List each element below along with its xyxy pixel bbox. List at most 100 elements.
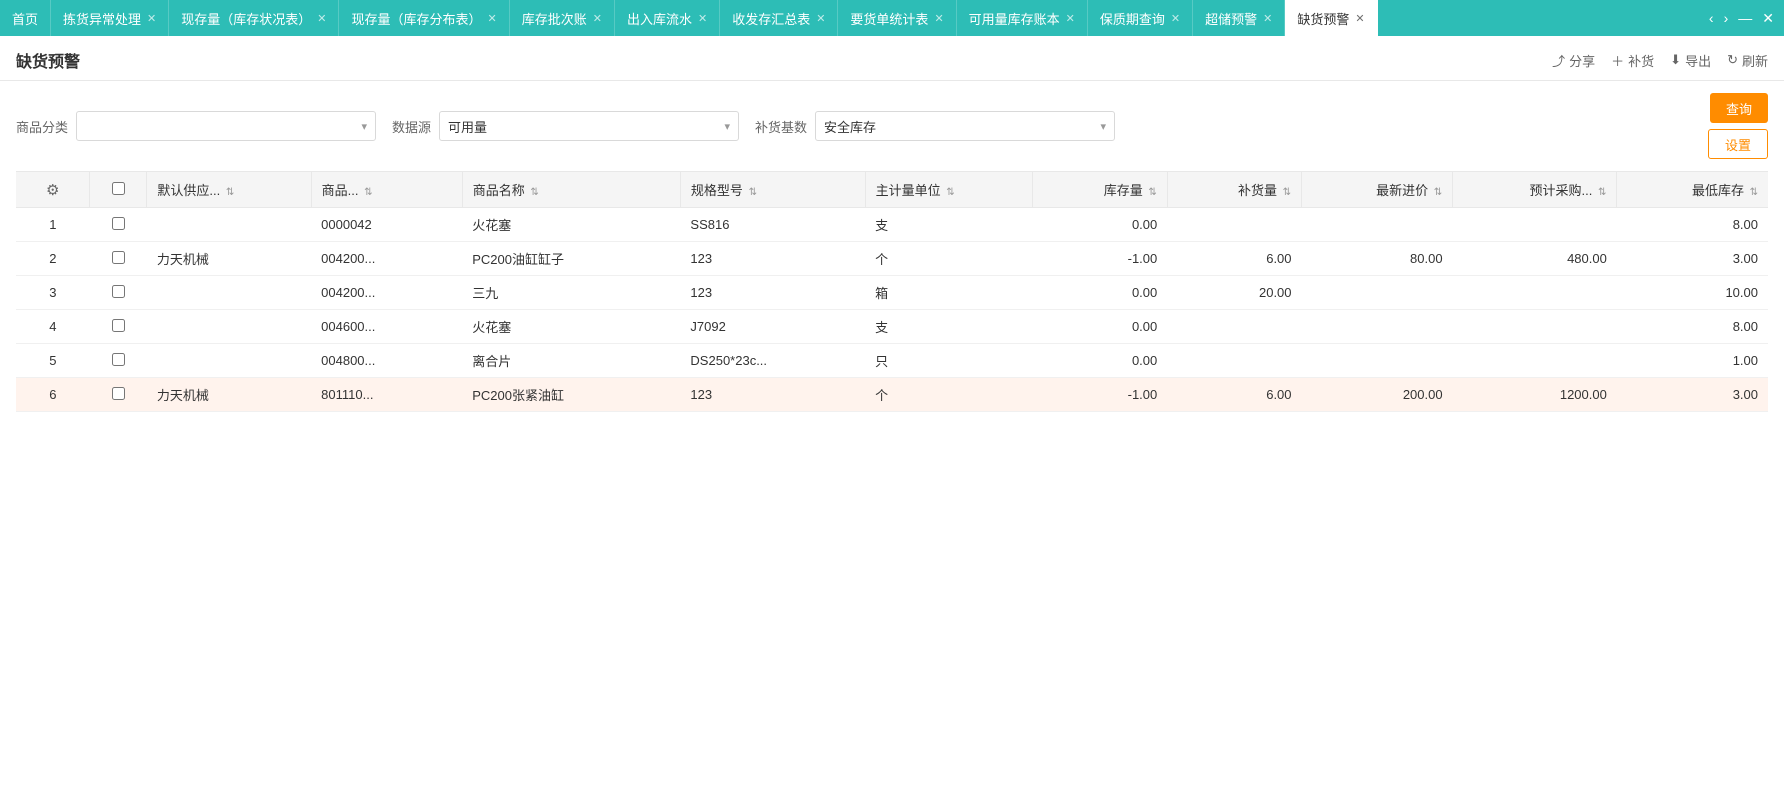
- tab-next-button[interactable]: ›: [1720, 8, 1733, 28]
- export-icon: ⬇: [1670, 52, 1681, 68]
- tab-abnormal[interactable]: 拣货异常处理✕: [51, 0, 169, 36]
- row-checkbox-cell: [90, 242, 147, 276]
- row-stock: 0.00: [1033, 344, 1167, 378]
- window-minimize-button[interactable]: —: [1734, 8, 1756, 28]
- datasource-label: 数据源: [392, 117, 431, 136]
- row-checkbox-cell: [90, 310, 147, 344]
- th-plan-sort-icon[interactable]: ⇅: [1598, 187, 1606, 198]
- row-plan-purchase: [1453, 276, 1617, 310]
- select-all-checkbox[interactable]: [112, 182, 125, 195]
- tab-close-expiry-query[interactable]: ✕: [1171, 12, 1180, 25]
- category-select-arrow-icon: ▾: [361, 120, 367, 133]
- row-name: PC200油缸缸子: [462, 242, 680, 276]
- shortage-table: ⚙ 默认供应... ⇅ 商品... ⇅ 商品名称 ⇅: [16, 171, 1768, 412]
- replenish-button[interactable]: ＋ 补货: [1611, 51, 1654, 70]
- row-checkbox-3[interactable]: [112, 319, 125, 332]
- row-stock: 0.00: [1033, 310, 1167, 344]
- row-checkbox-1[interactable]: [112, 251, 125, 264]
- datasource-filter-group: 数据源 可用量 ▾: [392, 111, 739, 141]
- th-stock-sort-icon[interactable]: ⇅: [1148, 187, 1156, 198]
- tab-home[interactable]: 首页: [0, 0, 51, 36]
- window-close-button[interactable]: ✕: [1758, 8, 1778, 29]
- row-checkbox-5[interactable]: [112, 387, 125, 400]
- row-spec: J7092: [680, 310, 865, 344]
- tab-close-abnormal[interactable]: ✕: [147, 12, 156, 25]
- tab-label-inventory-status: 现存量（库存状况表）: [181, 9, 311, 28]
- th-min-stock: 最低库存 ⇅: [1617, 172, 1768, 208]
- th-name-sort-icon[interactable]: ⇅: [530, 187, 538, 198]
- tab-close-batch-ledger[interactable]: ✕: [593, 12, 602, 25]
- tab-available-ledger[interactable]: 可用量库存账本✕: [957, 0, 1088, 36]
- share-button[interactable]: ⤴ 分享: [1552, 51, 1595, 70]
- tab-close-overstock[interactable]: ✕: [1263, 12, 1272, 25]
- tab-bar: 首页拣货异常处理✕现存量（库存状况表）✕现存量（库存分布表）✕库存批次账✕出入库…: [0, 0, 1784, 36]
- th-stock: 库存量 ⇅: [1033, 172, 1167, 208]
- th-spec: 规格型号 ⇅: [680, 172, 865, 208]
- tab-label-inventory-dist: 现存量（库存分布表）: [351, 9, 481, 28]
- row-index: 4: [16, 310, 90, 344]
- tab-shortage[interactable]: 缺货预警✕: [1285, 0, 1377, 36]
- row-checkbox-cell: [90, 378, 147, 412]
- row-index: 1: [16, 208, 90, 242]
- row-plan-purchase: [1453, 208, 1617, 242]
- th-supplier-sort-icon[interactable]: ⇅: [226, 187, 234, 198]
- row-code: 004200...: [311, 242, 462, 276]
- tab-label-home: 首页: [12, 9, 38, 28]
- tab-close-inventory-dist[interactable]: ✕: [488, 12, 497, 25]
- tab-close-inventory-status[interactable]: ✕: [317, 12, 326, 25]
- th-spec-sort-icon[interactable]: ⇅: [749, 187, 757, 198]
- tab-prev-button[interactable]: ‹: [1705, 8, 1718, 28]
- tab-close-shortage[interactable]: ✕: [1355, 12, 1364, 25]
- tab-close-order-stats[interactable]: ✕: [934, 12, 943, 25]
- row-unit: 支: [865, 208, 1033, 242]
- export-button[interactable]: ⬇ 导出: [1670, 51, 1711, 70]
- tab-inventory-dist[interactable]: 现存量（库存分布表） ✕: [339, 0, 509, 36]
- row-checkbox-4[interactable]: [112, 353, 125, 366]
- th-unit-sort-icon[interactable]: ⇅: [946, 187, 954, 198]
- query-button[interactable]: 查询: [1710, 93, 1768, 123]
- row-spec: 123: [680, 276, 865, 310]
- row-unit: 箱: [865, 276, 1033, 310]
- tab-overstock[interactable]: 超储预警✕: [1193, 0, 1285, 36]
- th-plan-label: 预计采购...: [1529, 183, 1592, 198]
- th-code-sort-icon[interactable]: ⇅: [364, 187, 372, 198]
- row-checkbox-0[interactable]: [112, 217, 125, 230]
- table-header-row: ⚙ 默认供应... ⇅ 商品... ⇅ 商品名称 ⇅: [16, 172, 1768, 208]
- row-spec: DS250*23c...: [680, 344, 865, 378]
- row-supplier: [147, 344, 311, 378]
- th-replen-sort-icon[interactable]: ⇅: [1283, 187, 1291, 198]
- refresh-button[interactable]: ↻ 刷新: [1727, 51, 1768, 70]
- row-index: 6: [16, 378, 90, 412]
- row-unit: 只: [865, 344, 1033, 378]
- tab-order-stats[interactable]: 要货单统计表✕: [838, 0, 956, 36]
- gear-icon[interactable]: ⚙: [46, 182, 59, 199]
- row-checkbox-cell: [90, 276, 147, 310]
- th-price-label: 最新进价: [1376, 183, 1428, 198]
- tab-inout-flow[interactable]: 出入库流水 ✕: [615, 0, 720, 36]
- replen-base-select-arrow-icon: ▾: [1101, 120, 1107, 133]
- th-price-sort-icon[interactable]: ⇅: [1434, 187, 1442, 198]
- tab-inventory-status[interactable]: 现存量（库存状况表） ✕: [169, 0, 339, 36]
- row-stock: 0.00: [1033, 276, 1167, 310]
- row-replen: [1167, 208, 1301, 242]
- tab-close-available-ledger[interactable]: ✕: [1066, 12, 1075, 25]
- tab-label-inout-flow: 出入库流水: [627, 9, 692, 28]
- tab-expiry-query[interactable]: 保质期查询✕: [1088, 0, 1193, 36]
- table-row: 3 004200... 三九 123 箱 0.00 20.00 10.00: [16, 276, 1768, 310]
- category-filter-group: 商品分类 ▾: [16, 111, 376, 141]
- replen-base-select[interactable]: 安全库存 ▾: [815, 111, 1115, 141]
- th-spec-label: 规格型号: [691, 183, 743, 198]
- tab-batch-ledger[interactable]: 库存批次账 ✕: [510, 0, 615, 36]
- tab-recv-summary[interactable]: 收发存汇总表✕: [720, 0, 838, 36]
- th-min-stock-sort-icon[interactable]: ⇅: [1750, 187, 1758, 198]
- row-checkbox-2[interactable]: [112, 285, 125, 298]
- row-index: 5: [16, 344, 90, 378]
- page-title: 缺货预警: [16, 48, 80, 72]
- category-select[interactable]: ▾: [76, 111, 376, 141]
- tab-label-batch-ledger: 库存批次账: [522, 9, 587, 28]
- tab-close-inout-flow[interactable]: ✕: [698, 12, 707, 25]
- settings-button[interactable]: 设置: [1708, 129, 1768, 159]
- tab-close-recv-summary[interactable]: ✕: [816, 12, 825, 25]
- page-container: 缺货预警 ⤴ 分享 ＋ 补货 ⬇ 导出 ↻ 刷新 商品分类: [0, 36, 1784, 796]
- datasource-select[interactable]: 可用量 ▾: [439, 111, 739, 141]
